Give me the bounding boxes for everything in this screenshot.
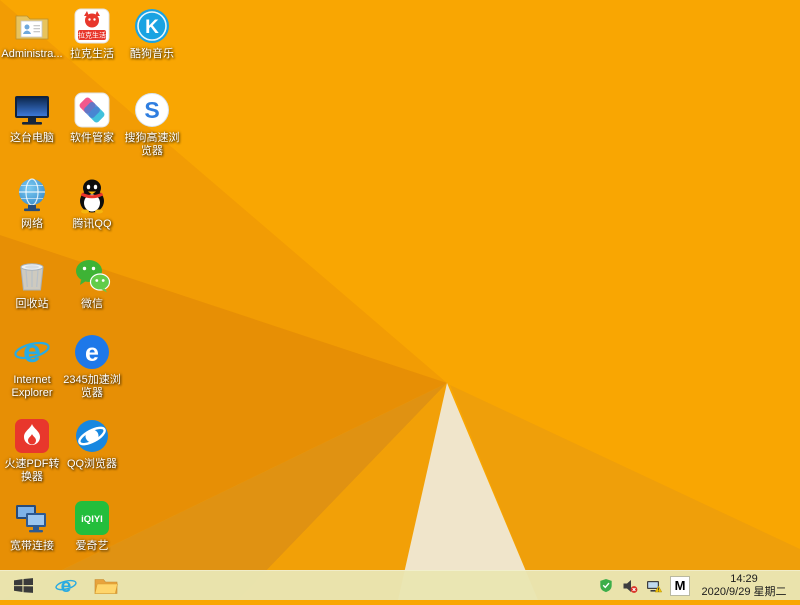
desktop-icon-this-pc[interactable]: 这台电脑 [0,90,64,145]
desktop-icon-broadband[interactable]: 宽带连接 [0,498,64,553]
taskbar-explorer-button[interactable] [86,571,126,601]
desktop-icon-label: 微信 [81,298,103,310]
user-files-icon [12,6,52,46]
broadband-icon [12,498,52,538]
desktop-icon-iqiyi[interactable]: iQIYI 爱奇艺 [60,498,124,553]
clock-time: 14:29 [730,572,758,585]
lakelife-icon: 拉克生活 [72,6,112,46]
desktop-icon-network[interactable]: 网络 [0,176,64,231]
tencent-qq-icon [72,176,112,216]
svg-text:e: e [85,339,99,367]
svg-text:拉克生活: 拉克生活 [78,31,106,40]
this-pc-icon [12,90,52,130]
svg-text:e: e [61,576,72,597]
desktop-icon-recycle-bin[interactable]: 回收站 [0,256,64,311]
input-method-indicator[interactable]: M [670,575,690,596]
desktop-icon-label: 回收站 [15,298,49,310]
desktop-icon-label: 腾讯QQ [72,218,112,230]
desktop-icon-lakelife[interactable]: 拉克生活 拉克生活 [60,6,124,61]
desktop-icon-user-files[interactable]: Administra... [0,6,64,61]
desktop-icon-pdf-converter[interactable]: 火速PDF转换器 [0,416,64,484]
system-tray: M 14:29 2020/9/29 星期二 [598,573,800,599]
taskbar-ie-button[interactable]: e [46,571,86,601]
clock-date: 2020/9/29 星期二 [701,585,787,598]
desktop-icon-label: 宽带连接 [10,540,54,552]
desktop-icon-label: Internet Explorer [11,374,53,399]
desktop-icon-qq-browser[interactable]: QQ浏览器 [60,416,124,471]
desktop-icon-tencent-qq[interactable]: 腾讯QQ [60,176,124,231]
svg-text:K: K [145,17,159,38]
desktop-icon-label: 火速PDF转换器 [4,458,60,483]
internet-explorer-icon: e [12,332,52,372]
desktop-icon-label: 这台电脑 [10,132,54,144]
desktop-icon-software-manager[interactable]: 软件管家 [60,90,124,145]
start-button[interactable] [0,571,46,601]
folder-icon [94,578,118,594]
desktop-icon-label: 网络 [21,218,43,230]
desktop-icon-label: QQ浏览器 [66,458,118,470]
qq-browser-icon [72,416,112,456]
desktop-icon-label: 搜狗高速浏览器 [124,132,180,157]
recycle-bin-icon [12,256,52,296]
desktop: Administra... 拉克生活 拉克生活 K 酷狗音乐 这台电脑 软件管家… [0,0,800,570]
ie-icon: e [55,576,77,597]
svg-text:e: e [23,333,41,369]
pdf-converter-icon [12,416,52,456]
iqiyi-icon: iQIYI [72,498,112,538]
desktop-icon-wechat[interactable]: 微信 [60,256,124,311]
desktop-icon-label: 软件管家 [70,132,114,144]
desktop-icon-label: Administra... [1,48,63,60]
taskbar-clock[interactable]: 14:29 2020/9/29 星期二 [698,573,790,599]
desktop-icon-internet-explorer[interactable]: e Internet Explorer [0,332,64,400]
svg-text:S: S [144,97,159,123]
software-manager-icon [72,90,112,130]
desktop-icon-sogou-browser[interactable]: S 搜狗高速浏览器 [120,90,184,158]
desktop-icon-label: 2345加速浏览器 [63,374,121,399]
desktop-icon-label: 酷狗音乐 [130,48,174,60]
desktop-icon-kugou-music[interactable]: K 酷狗音乐 [120,6,184,61]
volume-muted-icon[interactable] [622,578,638,594]
network-status-icon[interactable] [646,578,662,594]
desktop-icon-2345-browser[interactable]: e 2345加速浏览器 [60,332,124,400]
desktop-icon-label: 拉克生活 [70,48,114,60]
svg-text:iQIYI: iQIYI [81,514,103,525]
kugou-music-icon: K [132,6,172,46]
2345-browser-icon: e [72,332,112,372]
taskbar: e M 14:29 2020/9/29 星期二 [0,570,800,600]
sogou-browser-icon: S [132,90,172,130]
desktop-icon-label: 爱奇艺 [75,540,109,552]
network-icon [12,176,52,216]
wechat-icon [72,256,112,296]
security-tray-icon[interactable] [598,578,614,594]
windows-logo-icon [13,578,33,593]
